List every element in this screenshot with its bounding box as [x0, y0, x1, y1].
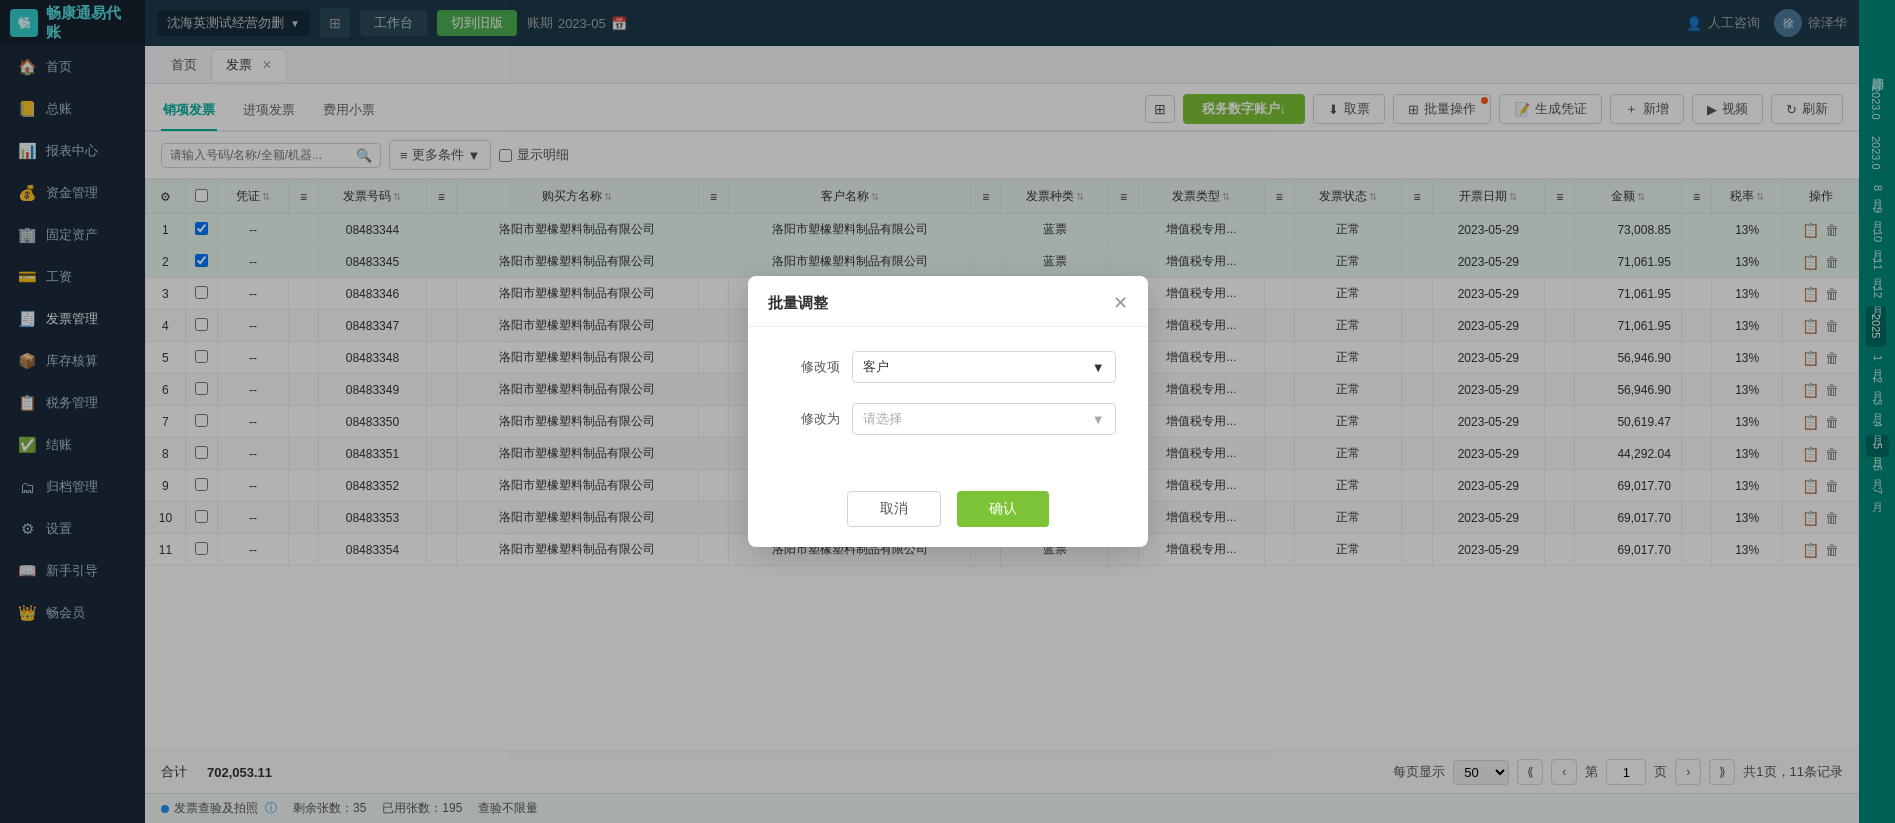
modal-value-placeholder: 请选择: [863, 410, 902, 428]
modal-field-arrow-icon: ▼: [1092, 360, 1105, 375]
batch-adjust-modal: 批量调整 ✕ 修改项 客户 ▼ 修改为 请选择 ▼ 取消 确认: [748, 276, 1148, 547]
modal-field-row: 修改项 客户 ▼: [780, 351, 1116, 383]
modal-value-select[interactable]: 请选择 ▼: [852, 403, 1116, 435]
modal-footer: 取消 确认: [748, 479, 1148, 547]
modal-field-label: 修改项: [780, 358, 840, 376]
modal-field-select[interactable]: 客户 ▼: [852, 351, 1116, 383]
modal-body: 修改项 客户 ▼ 修改为 请选择 ▼: [748, 327, 1148, 479]
modal-field-value: 客户: [863, 358, 889, 376]
modal-header: 批量调整 ✕: [748, 276, 1148, 327]
modal-overlay[interactable]: 批量调整 ✕ 修改项 客户 ▼ 修改为 请选择 ▼ 取消 确认: [0, 0, 1895, 823]
modal-close-button[interactable]: ✕: [1113, 292, 1128, 314]
modal-cancel-button[interactable]: 取消: [847, 491, 941, 527]
modal-value-arrow-icon: ▼: [1092, 412, 1105, 427]
modal-title: 批量调整: [768, 294, 828, 313]
modal-confirm-button[interactable]: 确认: [957, 491, 1049, 527]
modal-value-label: 修改为: [780, 410, 840, 428]
modal-value-row: 修改为 请选择 ▼: [780, 403, 1116, 435]
